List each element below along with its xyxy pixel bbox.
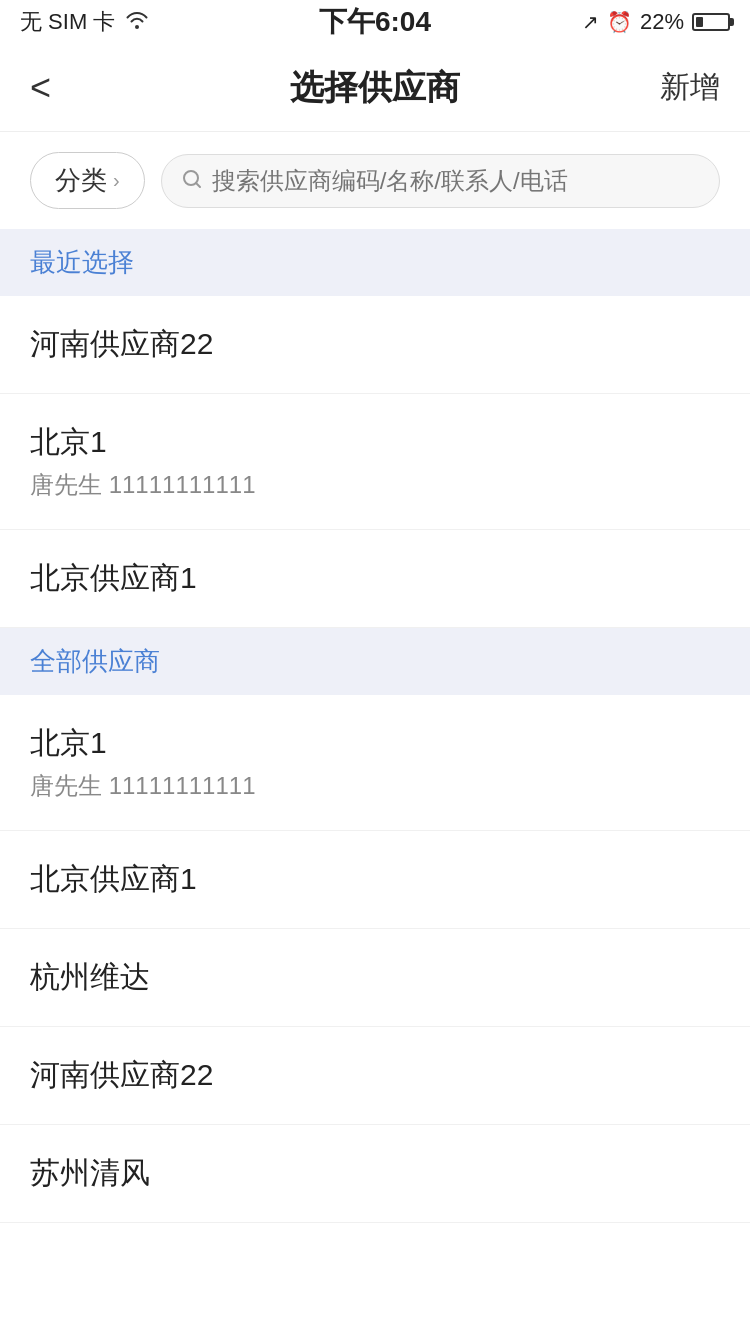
list-item[interactable]: 苏州清风: [0, 1125, 750, 1223]
item-name: 北京供应商1: [30, 558, 720, 599]
item-name: 北京供应商1: [30, 859, 720, 900]
section-header-recent: 最近选择: [0, 229, 750, 296]
category-button[interactable]: 分类 ›: [30, 152, 145, 209]
status-time: 下午6:04: [319, 3, 431, 41]
page-title: 选择供应商: [290, 65, 460, 111]
wifi-icon: [125, 9, 149, 35]
location-icon: ↗: [582, 10, 599, 34]
item-name: 北京1: [30, 723, 720, 764]
list-item[interactable]: 河南供应商22: [0, 1027, 750, 1125]
add-button[interactable]: 新增: [660, 67, 720, 108]
back-button[interactable]: <: [30, 67, 90, 109]
list-item[interactable]: 北京1 唐先生 11111111111: [0, 695, 750, 831]
status-right: ↗ ⏰ 22%: [582, 9, 730, 35]
nav-bar: < 选择供应商 新增: [0, 44, 750, 132]
section-header-all: 全部供应商: [0, 628, 750, 695]
item-detail: 唐先生 11111111111: [30, 770, 720, 802]
item-name: 河南供应商22: [30, 1055, 720, 1096]
list-item[interactable]: 北京供应商1: [0, 530, 750, 628]
item-name: 河南供应商22: [30, 324, 720, 365]
battery-icon: [692, 13, 730, 31]
item-name: 北京1: [30, 422, 720, 463]
search-box[interactable]: [161, 154, 720, 208]
alarm-icon: ⏰: [607, 10, 632, 34]
status-left: 无 SIM 卡: [20, 7, 149, 37]
chevron-icon: ›: [113, 169, 120, 192]
sections-container: 最近选择 河南供应商22 北京1 唐先生 11111111111 北京供应商1 …: [0, 229, 750, 1223]
item-name: 苏州清风: [30, 1153, 720, 1194]
status-bar: 无 SIM 卡 下午6:04 ↗ ⏰ 22%: [0, 0, 750, 44]
svg-line-1: [196, 183, 200, 187]
item-name: 杭州维达: [30, 957, 720, 998]
filter-bar: 分类 ›: [0, 132, 750, 229]
item-detail: 唐先生 11111111111: [30, 469, 720, 501]
list-item[interactable]: 北京1 唐先生 11111111111: [0, 394, 750, 530]
list-item[interactable]: 北京供应商1: [0, 831, 750, 929]
category-label: 分类: [55, 163, 107, 198]
search-input[interactable]: [212, 167, 699, 195]
list-item[interactable]: 杭州维达: [0, 929, 750, 1027]
sim-indicator: 无 SIM 卡: [20, 7, 115, 37]
list-item[interactable]: 河南供应商22: [0, 296, 750, 394]
search-icon: [182, 167, 202, 195]
battery-percent: 22%: [640, 9, 684, 35]
